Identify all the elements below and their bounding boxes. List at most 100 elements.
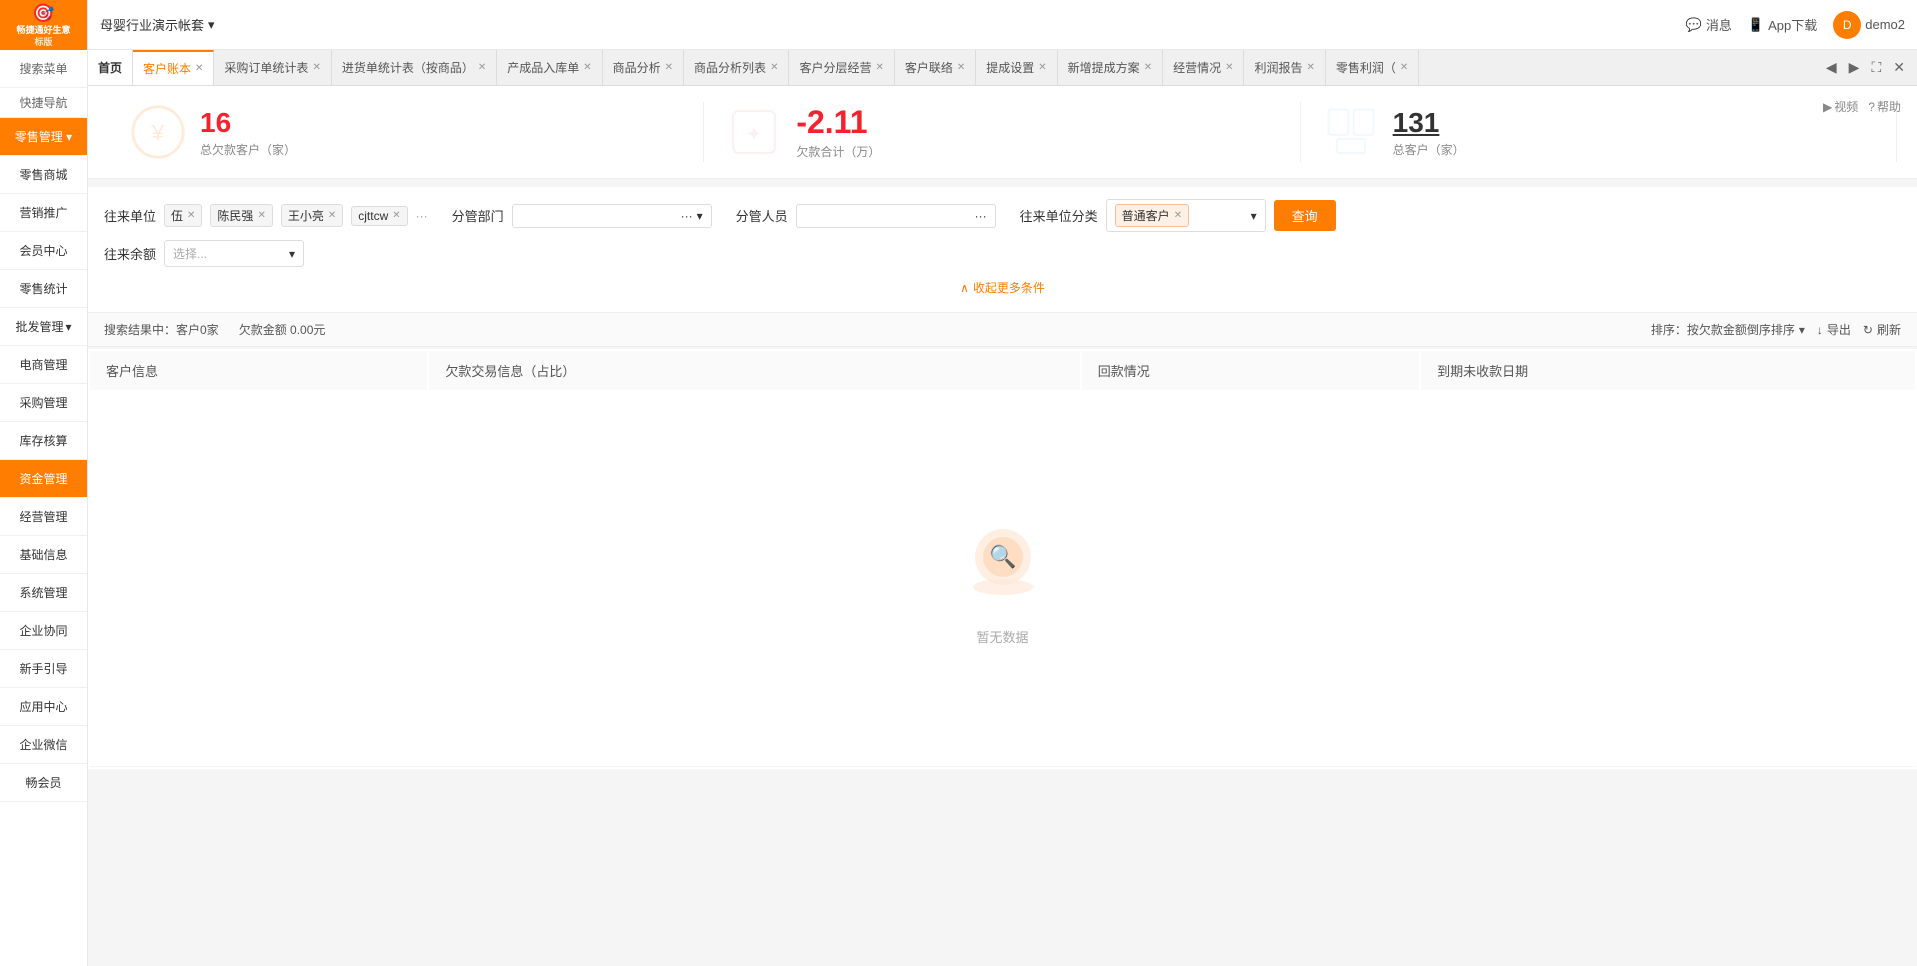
filter-tag-wu-close[interactable]: ✕: [187, 210, 195, 221]
tab-commission-settings-close[interactable]: ✕: [1038, 62, 1046, 73]
sidebar-item-newuser-guide[interactable]: 新手引导: [0, 650, 87, 688]
filter-balance-arrow: ▾: [289, 247, 295, 261]
tab-customer-ledger-close[interactable]: ✕: [195, 63, 203, 74]
topbar-right: 💬 消息 📱 App下载 D demo2: [1686, 11, 1905, 39]
sidebar-item-chang-member[interactable]: 畅会员: [0, 764, 87, 802]
tab-purchase-order-stats-close[interactable]: ✕: [312, 62, 320, 73]
tabs-next-btn[interactable]: ▶: [1845, 57, 1864, 78]
filter-tag-cjttcw-close[interactable]: ✕: [392, 210, 400, 221]
store-dropdown-icon[interactable]: ▾: [208, 17, 215, 33]
tab-product-analysis-close[interactable]: ✕: [665, 62, 673, 73]
search-menu-btn[interactable]: 搜索菜单: [0, 50, 87, 88]
sidebar-item-member-center[interactable]: 会员中心: [0, 232, 87, 270]
refresh-btn[interactable]: ↻ 刷新: [1863, 321, 1901, 338]
sidebar-item-operations-mgmt[interactable]: 经营管理: [0, 498, 87, 536]
help-video-btn[interactable]: ▶ 视频: [1823, 98, 1858, 115]
app-download-label: App下载: [1768, 15, 1817, 34]
filter-person-select[interactable]: ···: [796, 204, 996, 228]
quick-nav-btn[interactable]: 快捷导航: [0, 88, 87, 118]
user-avatar-area[interactable]: D demo2: [1833, 11, 1905, 39]
sidebar-item-enterprise-collab[interactable]: 企业协同: [0, 612, 87, 650]
help-icon: ?: [1868, 100, 1875, 114]
table-body: 🔍 暂无数据: [90, 392, 1915, 767]
sort-arrow-icon: ▾: [1799, 323, 1805, 337]
mobile-icon: 📱: [1748, 17, 1764, 33]
sidebar-item-wholesale-mgmt[interactable]: 批发管理 ▾: [0, 308, 87, 346]
stat-debt-value: -2.11: [796, 104, 880, 141]
collapse-filters-btn[interactable]: ∧ 收起更多条件: [104, 275, 1901, 300]
filter-classify-tag: 普通客户 ✕: [1115, 204, 1189, 227]
tab-retail-profit-close[interactable]: ✕: [1400, 62, 1408, 73]
export-label: 导出: [1827, 321, 1851, 338]
stat-debtors-icon: ¥: [128, 102, 188, 162]
sidebar-item-inventory[interactable]: 库存核算: [0, 422, 87, 460]
tabs-close-all-btn[interactable]: ✕: [1889, 57, 1909, 78]
tab-inbound-stats-close[interactable]: ✕: [478, 62, 486, 73]
store-selector[interactable]: 母婴行业演示帐套 ▾: [100, 15, 215, 34]
query-button[interactable]: 查询: [1274, 200, 1336, 231]
tab-inbound-stats-label: 进货单统计表（按商品）: [342, 59, 474, 76]
sidebar-item-purchase-mgmt[interactable]: 采购管理: [0, 384, 87, 422]
sort-selector[interactable]: 排序：按欠款金额倒序排序 ▾: [1651, 321, 1805, 338]
tab-finished-goods-close[interactable]: ✕: [583, 62, 591, 73]
sidebar-item-ecommerce-mgmt[interactable]: 电商管理: [0, 346, 87, 384]
tab-customer-contact-close[interactable]: ✕: [957, 62, 965, 73]
filter-person-label: 分管人员: [736, 206, 788, 225]
filter-tag-chen-close[interactable]: ✕: [257, 210, 265, 221]
tab-new-commission-plan-close[interactable]: ✕: [1144, 62, 1152, 73]
tab-inbound-stats[interactable]: 进货单统计表（按商品） ✕: [332, 50, 497, 86]
tab-customer-segmentation-close[interactable]: ✕: [875, 62, 883, 73]
tab-product-analysis[interactable]: 商品分析 ✕: [603, 50, 684, 86]
stat-debtors-value: 16: [200, 107, 296, 139]
tab-home[interactable]: 首页: [88, 50, 133, 86]
tab-product-analysis-list[interactable]: 商品分析列表 ✕: [684, 50, 789, 86]
data-table-wrapper: 客户信息 欠款交易信息（占比） 回款情况 到期未收款日期: [88, 349, 1917, 769]
sidebar-item-retail-mall[interactable]: 零售商城: [0, 156, 87, 194]
message-btn[interactable]: 💬 消息: [1686, 15, 1732, 34]
sidebar-item-marketing[interactable]: 营销推广: [0, 194, 87, 232]
stats-help: ▶ 视频 ? 帮助: [1823, 98, 1901, 115]
sidebar-item-basic-info[interactable]: 基础信息: [0, 536, 87, 574]
filter-tag-wu: 伍 ✕: [164, 204, 202, 227]
tab-operations-status-close[interactable]: ✕: [1225, 62, 1233, 73]
tab-purchase-order-stats[interactable]: 采购订单统计表 ✕: [214, 50, 331, 86]
empty-state: 🔍 暂无数据: [90, 452, 1915, 706]
filter-more-tags[interactable]: ···: [416, 209, 428, 223]
tab-retail-profit[interactable]: 零售利润（ ✕: [1326, 50, 1419, 86]
tab-profit-report[interactable]: 利润报告 ✕: [1244, 50, 1325, 86]
tab-customer-contact[interactable]: 客户联络 ✕: [895, 50, 976, 86]
sidebar-item-capital-mgmt[interactable]: 资金管理: [0, 460, 87, 498]
filter-classify-label: 往来单位分类: [1020, 206, 1098, 225]
tabs-prev-btn[interactable]: ◀: [1822, 57, 1841, 78]
filter-balance-select[interactable]: 选择... ▾: [164, 240, 304, 267]
tab-new-commission-plan[interactable]: 新增提成方案 ✕: [1058, 50, 1163, 86]
sidebar-item-app-center[interactable]: 应用中心: [0, 688, 87, 726]
help-doc-btn[interactable]: ? 帮助: [1868, 98, 1901, 115]
tab-finished-goods[interactable]: 产成品入库单 ✕: [497, 50, 602, 86]
sidebar-item-enterprise-wechat[interactable]: 企业微信: [0, 726, 87, 764]
filter-tag-wang-close[interactable]: ✕: [328, 210, 336, 221]
tabs-maximize-btn[interactable]: ⛶: [1867, 57, 1885, 78]
filter-classify-select[interactable]: 普通客户 ✕ ▾: [1106, 199, 1266, 232]
filter-classify-tag-close[interactable]: ✕: [1174, 210, 1182, 221]
tab-profit-report-close[interactable]: ✕: [1307, 62, 1315, 73]
tab-product-analysis-list-close[interactable]: ✕: [770, 62, 778, 73]
tab-customer-ledger[interactable]: 客户账本 ✕: [133, 50, 214, 86]
sidebar-item-system-mgmt[interactable]: 系统管理: [0, 574, 87, 612]
filter-balance-placeholder: 选择...: [173, 245, 207, 262]
tabs-bar: 首页 客户账本 ✕ 采购订单统计表 ✕ 进货单统计表（按商品） ✕ 产成品入库单…: [88, 50, 1917, 86]
app-download-btn[interactable]: 📱 App下载: [1748, 15, 1817, 34]
sidebar-item-retail-stats[interactable]: 零售统计: [0, 270, 87, 308]
stat-debtors-body: 16 总欠款客户（家）: [200, 107, 296, 158]
tab-operations-status[interactable]: 经营情况 ✕: [1163, 50, 1244, 86]
tab-commission-settings-label: 提成设置: [986, 59, 1034, 76]
stat-customers-label: 总客户（家）: [1393, 141, 1465, 158]
tab-commission-settings[interactable]: 提成设置 ✕: [976, 50, 1057, 86]
sidebar-item-retail-mgmt[interactable]: 零售管理 ▾: [0, 118, 87, 156]
filter-tag-wang: 王小亮 ✕: [281, 204, 343, 227]
col-repayment: 回款情况: [1082, 351, 1419, 390]
tab-customer-segmentation[interactable]: 客户分层经营 ✕: [789, 50, 894, 86]
export-btn[interactable]: ↓ 导出: [1817, 321, 1851, 338]
filter-balance-label: 往来余额: [104, 244, 156, 263]
filter-dept-select[interactable]: ··· ▾: [512, 204, 712, 228]
